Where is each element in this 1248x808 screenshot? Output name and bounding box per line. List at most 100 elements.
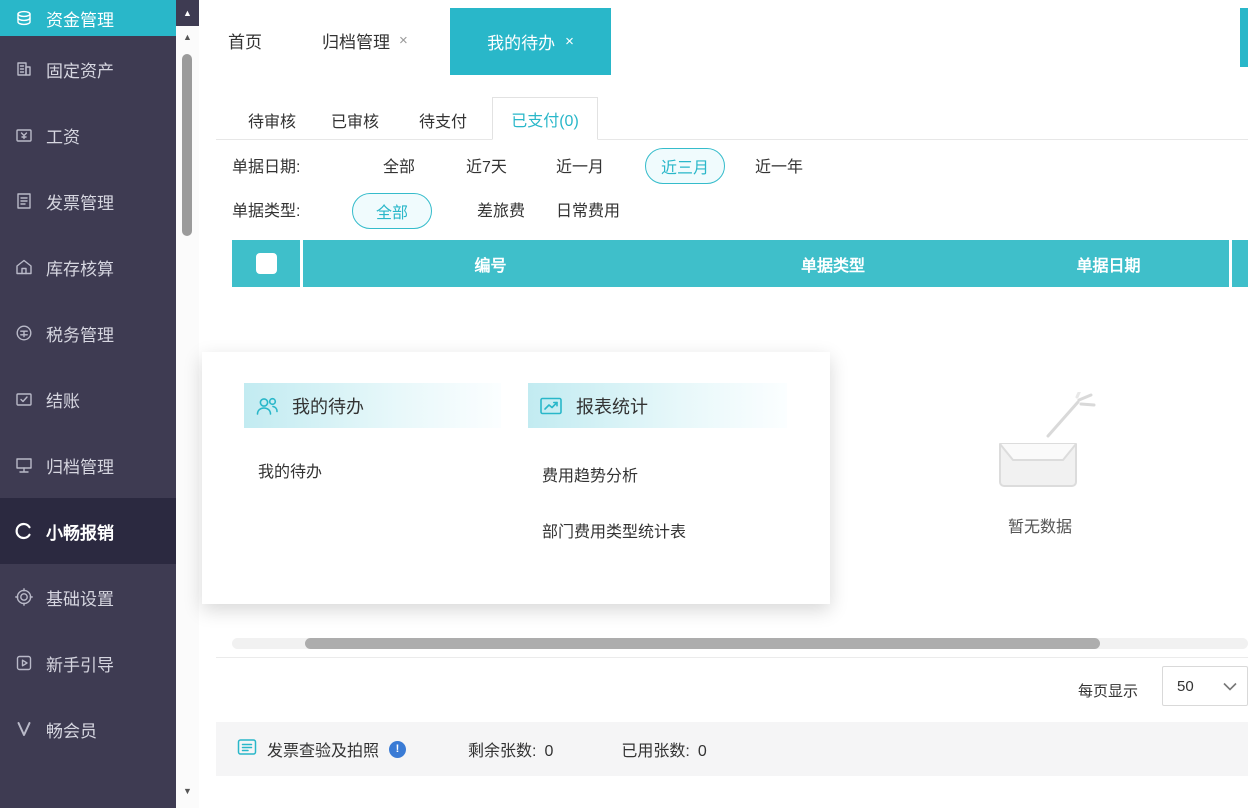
vertical-scrollbar-thumb[interactable]	[182, 54, 192, 236]
sidebar-item-label: 资金管理	[46, 10, 114, 30]
sidebar-item-fixed-assets[interactable]: 固定资产	[0, 36, 176, 102]
used-count: 已用张数: 0	[621, 737, 706, 761]
filter-date-1year[interactable]: 近一年	[755, 150, 803, 186]
funds-icon	[14, 8, 34, 28]
horizontal-scrollbar-thumb[interactable]	[305, 638, 1100, 649]
sidebar-item-label: 新手引导	[46, 655, 114, 675]
report-chart-icon	[540, 397, 562, 414]
subtab-pending-pay[interactable]: 待支付	[419, 108, 467, 132]
tab-home[interactable]: 首页	[228, 28, 262, 53]
guide-icon	[14, 653, 34, 673]
filter-date-3months-selected[interactable]: 近三月	[645, 148, 725, 184]
used-value: 0	[697, 743, 707, 760]
remaining-label: 剩余张数:	[468, 743, 537, 760]
tax-icon	[14, 323, 34, 343]
filter-date-all[interactable]: 全部	[383, 150, 415, 186]
close-icon[interactable]: ×	[565, 33, 574, 50]
sidebar-item-label: 结账	[46, 391, 80, 411]
filter-date-7days[interactable]: 近7天	[466, 150, 507, 186]
member-icon	[14, 719, 34, 739]
page-size-label: 每页显示	[1078, 683, 1139, 700]
popup-section-report-title: 报表统计	[576, 396, 648, 417]
sidebar-item-label: 工资	[46, 127, 80, 147]
popup-section-report: 报表统计	[528, 383, 787, 428]
table-header-id: 编号	[303, 240, 678, 287]
empty-state: 暂无数据	[955, 384, 1125, 537]
filter-type-all-label: 全部	[375, 205, 408, 222]
sidebar-item-label: 归档管理	[46, 457, 114, 477]
sidebar-item-guide[interactable]: 新手引导	[0, 630, 176, 696]
fixed-assets-icon	[14, 59, 34, 79]
people-icon	[256, 397, 278, 415]
table-header-doc-date: 单据日期	[988, 240, 1229, 287]
popup-link-dept-expense-stats[interactable]: 部门费用类型统计表	[542, 518, 686, 542]
tab-my-todo-label: 我的待办	[487, 34, 556, 53]
table-header-checkbox-cell	[232, 240, 300, 287]
table-header-overflow	[1232, 240, 1248, 287]
footer-bar: 发票查验及拍照 ! 剩余张数: 0 已用张数: 0	[216, 722, 1248, 776]
popup-section-todo: 我的待办	[244, 383, 501, 428]
todo-report-popup: 我的待办 报表统计 我的待办 费用趋势分析 部门费用类型统计表	[202, 352, 830, 604]
chevron-down-icon	[1223, 682, 1237, 691]
filter-date-3months-label: 近三月	[660, 160, 709, 177]
content-divider	[216, 657, 1248, 658]
subtab-paid[interactable]: 已支付(0)	[492, 97, 598, 140]
sidebar-item-inventory[interactable]: 库存核算	[0, 234, 176, 300]
scroll-top-icon[interactable]: ▲	[176, 0, 199, 26]
sidebar-item-label: 库存核算	[46, 259, 114, 279]
reimburse-icon	[14, 521, 34, 541]
filter-date-label: 单据日期:	[232, 159, 301, 176]
sidebar: 资金管理 固定资产 工资 发票管理 库存核算 税务管理 结账 归档管理 小畅报销…	[0, 0, 176, 808]
sidebar-item-tax[interactable]: 税务管理	[0, 300, 176, 366]
sidebar-item-funds[interactable]: 资金管理	[0, 0, 176, 36]
sidebar-item-label: 小畅报销	[46, 523, 114, 543]
empty-state-text: 暂无数据	[1007, 519, 1072, 536]
tab-my-todo[interactable]: 我的待办 ×	[450, 8, 611, 75]
gear-icon	[14, 587, 34, 607]
scroll-down-icon[interactable]: ▼	[176, 782, 199, 800]
sidebar-item-label: 基础设置	[46, 589, 114, 609]
close-icon[interactable]: ×	[399, 32, 408, 49]
invoice-check-link[interactable]: 发票查验及拍照	[267, 737, 379, 761]
sidebar-item-label: 固定资产	[46, 61, 114, 81]
table-header-doc-type: 单据类型	[678, 240, 988, 287]
closing-icon	[14, 389, 34, 409]
tab-archive-label: 归档管理	[322, 33, 390, 52]
page-size-select[interactable]: 50	[1162, 666, 1248, 706]
tab-archive[interactable]: 归档管理 ×	[322, 28, 408, 53]
empty-box-icon	[999, 384, 1096, 487]
sidebar-item-label: 发票管理	[46, 193, 114, 213]
sidebar-item-label: 税务管理	[46, 325, 114, 345]
remaining-value: 0	[544, 743, 554, 760]
table-header-row: 编号 单据类型 单据日期	[232, 240, 1248, 287]
popup-section-todo-title: 我的待办	[292, 396, 364, 417]
sidebar-item-archive[interactable]: 归档管理	[0, 432, 176, 498]
subtab-pending-review[interactable]: 待审核	[248, 108, 296, 132]
subtab-paid-label: 已支付(0)	[511, 112, 579, 130]
info-icon[interactable]: !	[389, 740, 407, 758]
sidebar-item-member[interactable]: 畅会员	[0, 696, 176, 762]
filter-date-1month[interactable]: 近一月	[556, 150, 604, 186]
subtab-underline	[216, 139, 1248, 140]
sidebar-item-salary[interactable]: 工资	[0, 102, 176, 168]
sidebar-item-closing[interactable]: 结账	[0, 366, 176, 432]
sidebar-item-invoice[interactable]: 发票管理	[0, 168, 176, 234]
filter-type-label: 单据类型:	[232, 203, 301, 220]
sidebar-item-label: 畅会员	[46, 721, 97, 741]
popup-link-expense-trend[interactable]: 费用趋势分析	[542, 462, 638, 486]
filter-type-travel[interactable]: 差旅费	[477, 194, 525, 230]
scroll-up-icon[interactable]: ▲	[176, 28, 199, 46]
sidebar-item-reimburse[interactable]: 小畅报销	[0, 498, 176, 564]
sidebar-item-settings[interactable]: 基础设置	[0, 564, 176, 630]
select-all-checkbox[interactable]	[255, 253, 277, 274]
tab-home-label: 首页	[228, 33, 262, 52]
invoice-scan-icon	[236, 736, 258, 763]
filter-type-daily[interactable]: 日常费用	[556, 194, 620, 230]
subtab-reviewed[interactable]: 已审核	[331, 108, 379, 132]
popup-link-my-todo[interactable]: 我的待办	[258, 458, 322, 482]
right-edge-accent	[1240, 8, 1248, 67]
app-window: 资金管理 固定资产 工资 发票管理 库存核算 税务管理 结账 归档管理 小畅报销…	[0, 0, 1248, 808]
filter-type-all-selected[interactable]: 全部	[352, 193, 432, 229]
used-label: 已用张数:	[621, 743, 690, 760]
archive-icon	[14, 455, 34, 475]
